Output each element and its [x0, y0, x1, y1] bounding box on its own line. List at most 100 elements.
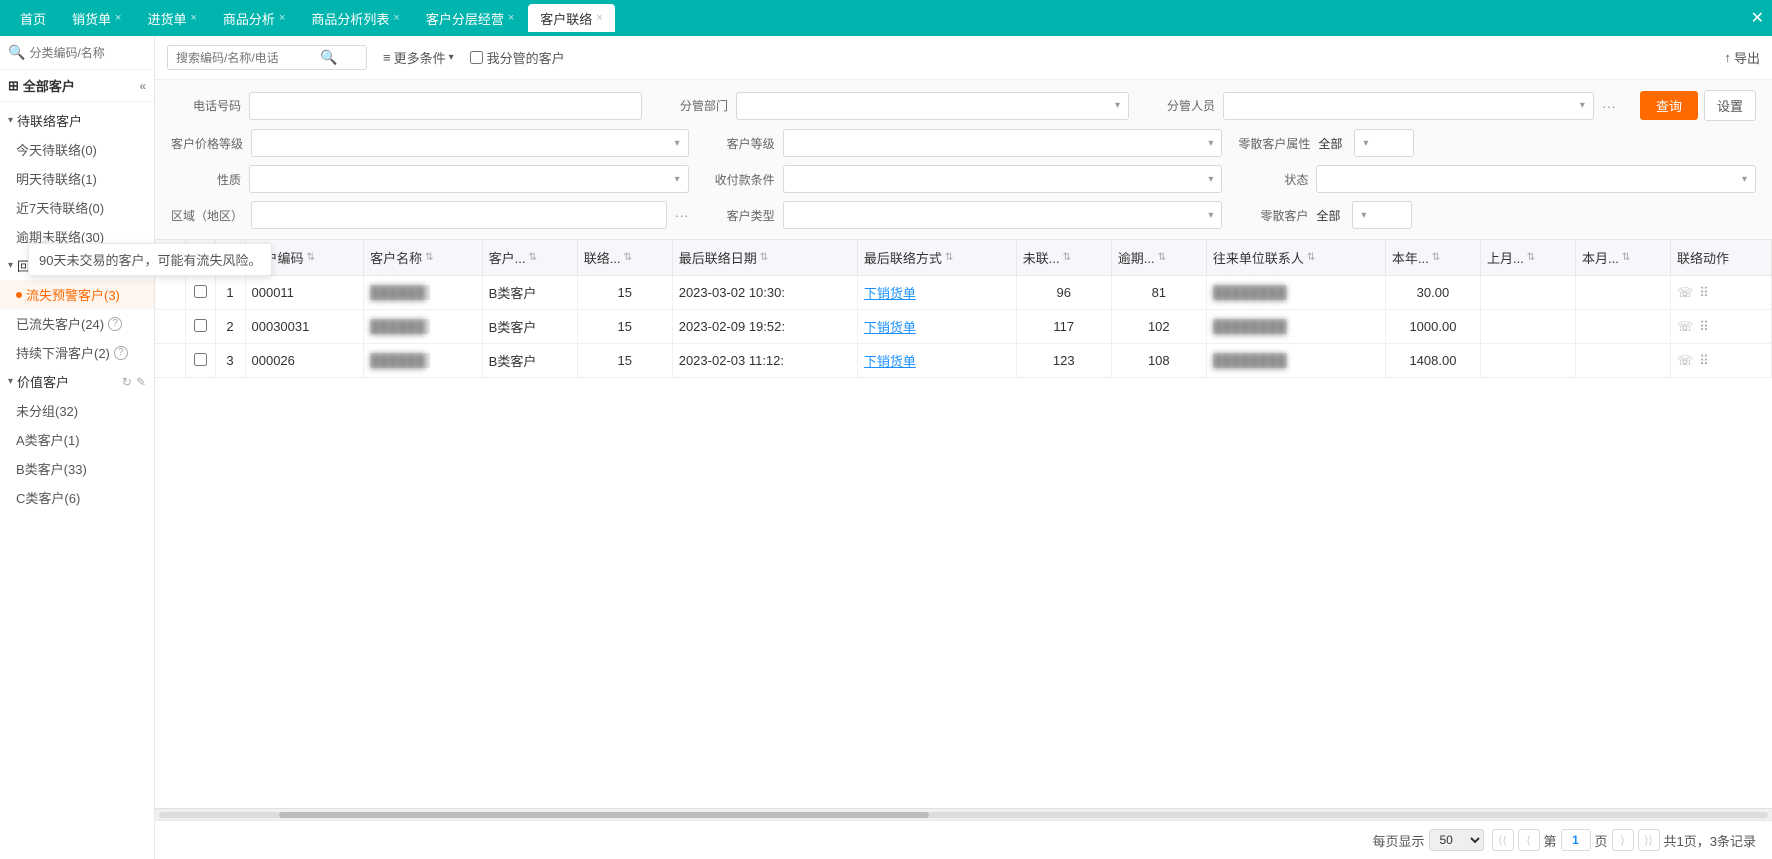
- info-icon-already-churn[interactable]: ?: [108, 317, 122, 331]
- tab-analysis-list[interactable]: 商品分析列表 ×: [299, 4, 411, 32]
- tab-purchase[interactable]: 进货单 ×: [135, 4, 208, 32]
- col-year-sort[interactable]: 本年... ⇅: [1392, 248, 1474, 267]
- cell-checkbox[interactable]: [185, 310, 215, 344]
- dots-region[interactable]: ···: [675, 207, 689, 223]
- sidebar-item-today[interactable]: 今天待联络(0): [0, 135, 154, 164]
- col-unit-sort[interactable]: 往来单位联系人 ⇅: [1213, 248, 1379, 267]
- tab-analysis[interactable]: 商品分析 ×: [211, 4, 297, 32]
- col-type-sort[interactable]: 客户... ⇅: [489, 248, 571, 267]
- tab-analysis-list-close[interactable]: ×: [393, 12, 399, 24]
- col-unit-label: 往来单位联系人: [1213, 248, 1304, 267]
- row-checkbox-2[interactable]: [194, 353, 207, 366]
- col-uncontacted-sort[interactable]: 未联... ⇅: [1023, 248, 1105, 267]
- tab-sales[interactable]: 销货单 ×: [60, 4, 133, 32]
- window-close-button[interactable]: ✕: [1751, 8, 1764, 28]
- link-way-1[interactable]: 下销货单: [864, 320, 916, 335]
- my-customer-checkbox-row: 我分管的客户: [470, 48, 565, 67]
- info-icon-down-trend[interactable]: ?: [114, 346, 128, 360]
- action-phone-icon-0[interactable]: ☏: [1677, 285, 1693, 301]
- filter-select-zero-attr[interactable]: ▾: [1354, 129, 1414, 157]
- sidebar-group-pending[interactable]: ▾ 待联络客户: [0, 106, 154, 135]
- search-input[interactable]: [176, 51, 316, 65]
- sidebar-search-input[interactable]: [29, 46, 155, 60]
- query-button[interactable]: 查询: [1640, 91, 1698, 120]
- cell-overdue-2: 108: [1111, 344, 1206, 378]
- cell-name-2: ██████: [364, 344, 483, 378]
- sort-icon-lmonth: ⇅: [1527, 252, 1535, 263]
- filter-input-phone[interactable]: [249, 92, 642, 120]
- sidebar-collapse-button[interactable]: «: [139, 79, 146, 93]
- col-last-date-sort[interactable]: 最后联络日期 ⇅: [679, 248, 851, 267]
- per-page-select[interactable]: 50 100: [1429, 829, 1484, 851]
- sidebar-item-already-churn[interactable]: 已流失客户(24) ?: [0, 309, 154, 338]
- filter-select-payment[interactable]: ▾: [783, 165, 1223, 193]
- link-way-0[interactable]: 下销货单: [864, 286, 916, 301]
- first-page-button[interactable]: ⟨⟨: [1492, 829, 1514, 851]
- tab-customer-connect[interactable]: 客户联络 ×: [528, 4, 614, 32]
- row-checkbox-0[interactable]: [194, 285, 207, 298]
- tab-analysis-close[interactable]: ×: [279, 12, 285, 24]
- edit-icon[interactable]: ✎: [136, 375, 146, 389]
- col-tmonth-sort[interactable]: 本月... ⇅: [1582, 248, 1664, 267]
- horizontal-scrollbar[interactable]: [155, 808, 1772, 820]
- filter-field-gender: 性质 ▾: [171, 165, 689, 193]
- filter-select-customer-type[interactable]: ▾: [783, 201, 1223, 229]
- action-more-icon-2[interactable]: ⠿: [1699, 353, 1709, 369]
- sidebar-item-b-class[interactable]: B类客户(33): [0, 454, 154, 483]
- export-button[interactable]: ↑ 导出: [1724, 48, 1760, 67]
- col-overdue-sort[interactable]: 逾期... ⇅: [1118, 248, 1200, 267]
- prev-page-button[interactable]: ⟨: [1518, 829, 1540, 851]
- tab-customer-segment-close[interactable]: ×: [508, 12, 514, 24]
- tab-sales-close[interactable]: ×: [115, 12, 121, 24]
- tab-customer-segment[interactable]: 客户分层经营 ×: [414, 4, 526, 32]
- tab-purchase-close[interactable]: ×: [190, 12, 196, 24]
- sidebar-item-c-class[interactable]: C类客户(6): [0, 483, 154, 512]
- page-input[interactable]: [1561, 829, 1591, 851]
- col-contact-sort[interactable]: 联络... ⇅: [584, 248, 666, 267]
- sidebar-item-a-class[interactable]: A类客户(1): [0, 425, 154, 454]
- filter-select-status[interactable]: ▾: [1316, 165, 1756, 193]
- action-more-icon-1[interactable]: ⠿: [1699, 319, 1709, 335]
- col-lmonth-sort[interactable]: 上月... ⇅: [1487, 248, 1569, 267]
- chevron-down-status: ▾: [1742, 174, 1747, 185]
- more-conditions-button[interactable]: ≡ 更多条件 ▾: [375, 44, 462, 71]
- sidebar-item-ungroup[interactable]: 未分组(32): [0, 396, 154, 425]
- refresh-icon[interactable]: ↻: [122, 375, 132, 389]
- col-name-sort[interactable]: 客户名称 ⇅: [370, 248, 476, 267]
- scrollbar-thumb[interactable]: [279, 812, 929, 818]
- cell-checkbox[interactable]: [185, 276, 215, 310]
- next-page-button[interactable]: ⟩: [1612, 829, 1634, 851]
- link-way-2[interactable]: 下销货单: [864, 354, 916, 369]
- filter-select-price-level[interactable]: ▾: [251, 129, 689, 157]
- tab-sales-label: 销货单: [72, 9, 111, 28]
- tab-bar: 首页 销货单 × 进货单 × 商品分析 × 商品分析列表 × 客户分层经营 × …: [0, 0, 1772, 36]
- filter-select-region[interactable]: [251, 201, 667, 229]
- row-checkbox-1[interactable]: [194, 319, 207, 332]
- filter-select-gender[interactable]: ▾: [249, 165, 689, 193]
- filter-select-zero-customer[interactable]: ▾: [1352, 201, 1412, 229]
- filter-select-staff[interactable]: ▾: [1223, 92, 1594, 120]
- last-page-button[interactable]: ⟩⟩: [1638, 829, 1660, 851]
- dots-staff[interactable]: ···: [1602, 98, 1616, 114]
- sidebar-item-tomorrow[interactable]: 明天待联络(1): [0, 164, 154, 193]
- tab-home[interactable]: 首页: [8, 4, 58, 32]
- col-lmonth-label: 上月...: [1487, 248, 1524, 267]
- col-last-way-sort[interactable]: 最后联络方式 ⇅: [864, 248, 1010, 267]
- action-more-icon-0[interactable]: ⠿: [1699, 285, 1709, 301]
- sidebar-all-customers[interactable]: ⊞ 全部客户 «: [0, 70, 154, 102]
- settings-button[interactable]: 设置: [1704, 90, 1756, 121]
- my-customer-checkbox[interactable]: [470, 51, 483, 64]
- filter-select-dept[interactable]: ▾: [736, 92, 1129, 120]
- col-last-contact-way: 最后联络方式 ⇅: [857, 240, 1016, 276]
- search-icon[interactable]: 🔍: [320, 49, 337, 66]
- sidebar-item-churn-predict[interactable]: 流失预警客户(3): [0, 280, 154, 309]
- action-phone-icon-1[interactable]: ☏: [1677, 319, 1693, 335]
- sidebar-group-value[interactable]: ▾ 价值客户 ↻ ✎: [0, 367, 154, 396]
- filter-select-customer-level[interactable]: ▾: [783, 129, 1223, 157]
- sidebar-item-down-trend[interactable]: 持续下滑客户(2) ?: [0, 338, 154, 367]
- sidebar-item-week[interactable]: 近7天待联络(0): [0, 193, 154, 222]
- tab-customer-connect-close[interactable]: ×: [596, 12, 602, 24]
- sort-icon-year: ⇅: [1432, 252, 1440, 263]
- cell-checkbox[interactable]: [185, 344, 215, 378]
- action-phone-icon-2[interactable]: ☏: [1677, 353, 1693, 369]
